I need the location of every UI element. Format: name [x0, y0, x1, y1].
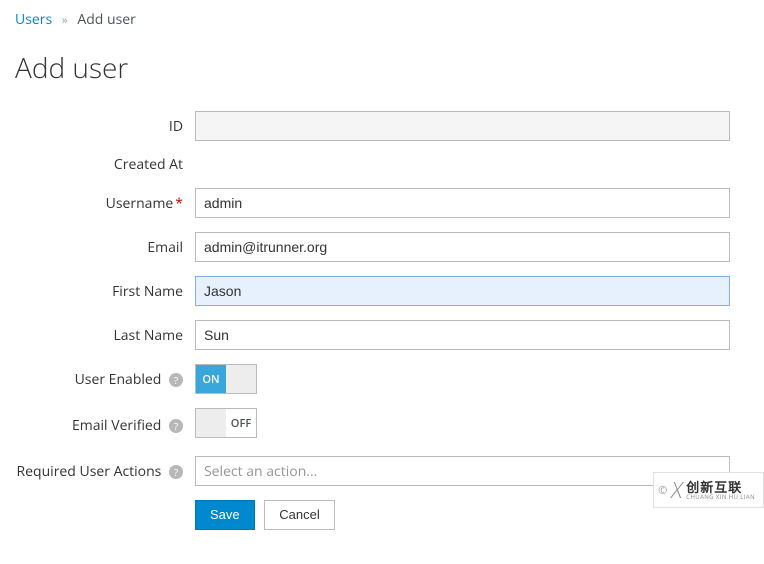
- user-enabled-toggle[interactable]: ON: [195, 364, 257, 394]
- watermark-text-en: CHUANG XIN HU LIAN: [686, 494, 755, 500]
- add-user-form: ID Created At Username* Email First Name…: [0, 111, 764, 564]
- breadcrumb-users-link[interactable]: Users: [15, 10, 52, 29]
- email-verified-toggle[interactable]: OFF: [195, 408, 257, 438]
- label-created-at: Created At: [0, 155, 195, 174]
- page-title: Add user: [15, 49, 749, 87]
- toggle-off-label: OFF: [226, 409, 256, 437]
- toggle-handle: [196, 409, 226, 437]
- required-asterisk: *: [175, 194, 183, 213]
- select-placeholder: Select an action...: [204, 462, 317, 481]
- label-last-name: Last Name: [0, 326, 195, 345]
- toggle-on-label: ON: [196, 365, 226, 393]
- help-icon[interactable]: ?: [169, 373, 183, 387]
- last-name-field[interactable]: [195, 320, 730, 350]
- label-email: Email: [0, 238, 195, 257]
- breadcrumb-current: Add user: [77, 10, 135, 29]
- label-id: ID: [0, 117, 195, 136]
- copyright-icon: ©: [658, 483, 667, 498]
- toggle-handle: [226, 365, 256, 393]
- watermark: © X 创新互联 CHUANG XIN HU LIAN: [653, 472, 764, 508]
- required-actions-select[interactable]: Select an action...: [195, 456, 730, 486]
- label-email-verified: Email Verified ?: [0, 416, 195, 435]
- first-name-field[interactable]: [195, 276, 730, 306]
- label-required-actions: Required User Actions ?: [0, 462, 195, 481]
- help-icon[interactable]: ?: [169, 465, 183, 479]
- label-user-enabled: User Enabled ?: [0, 370, 195, 389]
- breadcrumb-separator: »: [56, 11, 74, 28]
- label-username: Username*: [0, 194, 195, 213]
- id-field: [195, 111, 730, 141]
- help-icon[interactable]: ?: [169, 419, 183, 433]
- cancel-button[interactable]: Cancel: [264, 500, 334, 530]
- username-field[interactable]: [195, 188, 730, 218]
- label-first-name: First Name: [0, 282, 195, 301]
- watermark-logo-icon: X: [671, 475, 682, 505]
- breadcrumb: Users » Add user: [0, 0, 764, 37]
- save-button[interactable]: Save: [195, 500, 255, 530]
- email-field[interactable]: [195, 232, 730, 262]
- watermark-text-zh: 创新互联: [686, 481, 755, 494]
